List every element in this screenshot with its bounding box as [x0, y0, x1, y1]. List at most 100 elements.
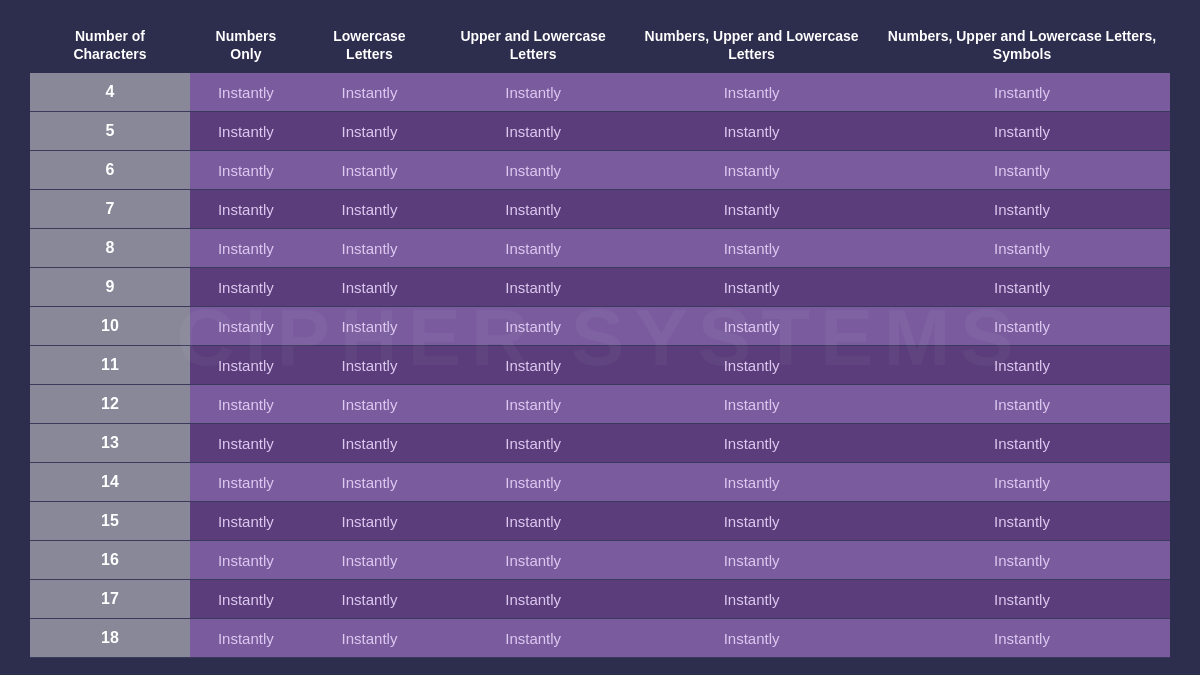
char-count-cell: 18	[30, 619, 190, 658]
char-count-cell: 4	[30, 73, 190, 112]
crack-time-cell: Instantly	[302, 268, 437, 307]
crack-time-cell: Instantly	[874, 346, 1170, 385]
crack-time-cell: Instantly	[629, 73, 874, 112]
char-count-cell: 7	[30, 190, 190, 229]
crack-time-cell: Instantly	[302, 619, 437, 658]
table-row: 15InstantlyInstantlyInstantlyInstantlyIn…	[30, 502, 1170, 541]
crack-time-cell: Instantly	[437, 307, 629, 346]
crack-time-cell: Instantly	[190, 73, 302, 112]
table-row: 5InstantlyInstantlyInstantlyInstantlyIns…	[30, 112, 1170, 151]
char-count-cell: 10	[30, 307, 190, 346]
crack-time-cell: Instantly	[874, 307, 1170, 346]
crack-time-cell: Instantly	[302, 463, 437, 502]
crack-time-cell: Instantly	[302, 229, 437, 268]
crack-time-cell: Instantly	[302, 73, 437, 112]
crack-time-cell: Instantly	[437, 385, 629, 424]
crack-time-cell: Instantly	[302, 580, 437, 619]
col-header-numbers-only: Numbers Only	[190, 17, 302, 73]
crack-time-cell: Instantly	[874, 619, 1170, 658]
crack-time-cell: Instantly	[302, 385, 437, 424]
crack-time-cell: Instantly	[629, 424, 874, 463]
table-row: 13InstantlyInstantlyInstantlyInstantlyIn…	[30, 424, 1170, 463]
table-wrapper: CIPHER SYSTEMS Number of Characters Numb…	[30, 17, 1170, 658]
crack-time-cell: Instantly	[629, 619, 874, 658]
crack-time-cell: Instantly	[629, 580, 874, 619]
char-count-cell: 11	[30, 346, 190, 385]
char-count-cell: 12	[30, 385, 190, 424]
crack-time-cell: Instantly	[629, 307, 874, 346]
crack-time-cell: Instantly	[629, 229, 874, 268]
crack-time-cell: Instantly	[874, 463, 1170, 502]
table-row: 4InstantlyInstantlyInstantlyInstantlyIns…	[30, 73, 1170, 112]
table-row: 16InstantlyInstantlyInstantlyInstantlyIn…	[30, 541, 1170, 580]
crack-time-cell: Instantly	[302, 307, 437, 346]
crack-time-cell: Instantly	[874, 424, 1170, 463]
crack-time-cell: Instantly	[629, 151, 874, 190]
crack-time-cell: Instantly	[190, 229, 302, 268]
char-count-cell: 8	[30, 229, 190, 268]
crack-time-cell: Instantly	[874, 385, 1170, 424]
crack-time-cell: Instantly	[190, 151, 302, 190]
char-count-cell: 15	[30, 502, 190, 541]
col-header-numbers-upper-lower-symbols: Numbers, Upper and Lowercase Letters, Sy…	[874, 17, 1170, 73]
table-body: 4InstantlyInstantlyInstantlyInstantlyIns…	[30, 73, 1170, 658]
table-row: 6InstantlyInstantlyInstantlyInstantlyIns…	[30, 151, 1170, 190]
crack-time-cell: Instantly	[629, 385, 874, 424]
crack-time-cell: Instantly	[437, 190, 629, 229]
table-row: 18InstantlyInstantlyInstantlyInstantlyIn…	[30, 619, 1170, 658]
crack-time-cell: Instantly	[190, 463, 302, 502]
col-header-numbers-upper-lower: Numbers, Upper and Lowercase Letters	[629, 17, 874, 73]
col-header-chars: Number of Characters	[30, 17, 190, 73]
crack-time-cell: Instantly	[874, 112, 1170, 151]
crack-time-cell: Instantly	[190, 190, 302, 229]
crack-time-cell: Instantly	[302, 151, 437, 190]
crack-time-cell: Instantly	[190, 541, 302, 580]
table-row: 8InstantlyInstantlyInstantlyInstantlyIns…	[30, 229, 1170, 268]
crack-time-cell: Instantly	[629, 346, 874, 385]
char-count-cell: 14	[30, 463, 190, 502]
crack-time-cell: Instantly	[629, 541, 874, 580]
table-row: 7InstantlyInstantlyInstantlyInstantlyIns…	[30, 190, 1170, 229]
crack-time-cell: Instantly	[302, 502, 437, 541]
crack-time-cell: Instantly	[874, 580, 1170, 619]
crack-time-cell: Instantly	[437, 346, 629, 385]
crack-time-cell: Instantly	[437, 151, 629, 190]
crack-time-cell: Instantly	[190, 502, 302, 541]
crack-time-cell: Instantly	[437, 73, 629, 112]
char-count-cell: 13	[30, 424, 190, 463]
crack-time-cell: Instantly	[437, 502, 629, 541]
table-row: 17InstantlyInstantlyInstantlyInstantlyIn…	[30, 580, 1170, 619]
table-row: 10InstantlyInstantlyInstantlyInstantlyIn…	[30, 307, 1170, 346]
crack-time-cell: Instantly	[302, 346, 437, 385]
crack-time-cell: Instantly	[437, 229, 629, 268]
crack-time-cell: Instantly	[629, 268, 874, 307]
col-header-lowercase: Lowercase Letters	[302, 17, 437, 73]
crack-time-cell: Instantly	[874, 73, 1170, 112]
header-row: Number of Characters Numbers Only Lowerc…	[30, 17, 1170, 73]
crack-time-cell: Instantly	[190, 619, 302, 658]
char-count-cell: 16	[30, 541, 190, 580]
table-row: 12InstantlyInstantlyInstantlyInstantlyIn…	[30, 385, 1170, 424]
col-header-upper-lower: Upper and Lowercase Letters	[437, 17, 629, 73]
table-row: 11InstantlyInstantlyInstantlyInstantlyIn…	[30, 346, 1170, 385]
crack-time-cell: Instantly	[302, 190, 437, 229]
crack-time-cell: Instantly	[302, 112, 437, 151]
crack-time-cell: Instantly	[874, 541, 1170, 580]
crack-time-cell: Instantly	[437, 619, 629, 658]
crack-time-cell: Instantly	[190, 346, 302, 385]
crack-time-cell: Instantly	[190, 580, 302, 619]
crack-time-cell: Instantly	[629, 112, 874, 151]
crack-time-cell: Instantly	[629, 463, 874, 502]
table-row: 14InstantlyInstantlyInstantlyInstantlyIn…	[30, 463, 1170, 502]
crack-time-cell: Instantly	[874, 268, 1170, 307]
char-count-cell: 9	[30, 268, 190, 307]
crack-time-cell: Instantly	[190, 424, 302, 463]
crack-time-cell: Instantly	[437, 112, 629, 151]
crack-time-cell: Instantly	[874, 190, 1170, 229]
crack-time-cell: Instantly	[629, 502, 874, 541]
crack-time-cell: Instantly	[190, 307, 302, 346]
crack-time-cell: Instantly	[302, 541, 437, 580]
crack-time-cell: Instantly	[437, 580, 629, 619]
table-row: 9InstantlyInstantlyInstantlyInstantlyIns…	[30, 268, 1170, 307]
crack-time-cell: Instantly	[437, 463, 629, 502]
